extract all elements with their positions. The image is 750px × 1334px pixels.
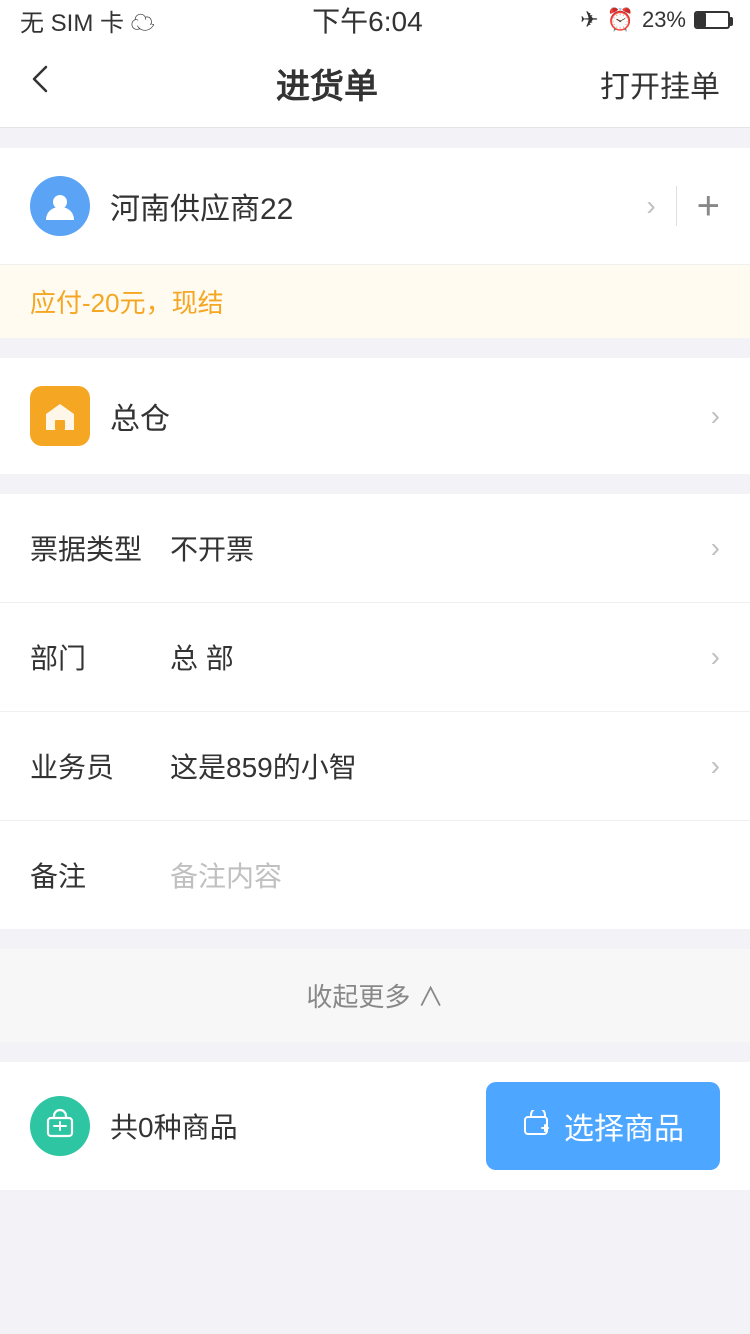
remark-input[interactable]: 备注内容 xyxy=(160,855,720,895)
section-gap-2 xyxy=(0,338,750,358)
goods-count: 共0种商品 xyxy=(110,1106,466,1146)
status-time: 下午6:04 xyxy=(312,0,423,40)
section-gap-1 xyxy=(0,128,750,148)
warehouse-row[interactable]: 总仓 › xyxy=(0,358,750,474)
page: 无 SIM 卡 ☁ 下午6:04 ✈ ⏰ 23% 进货单 打开挂单 xyxy=(0,0,750,1334)
open-pending-button[interactable]: 打开挂单 xyxy=(600,62,720,106)
department-label: 部门 xyxy=(30,637,160,677)
supplier-arrow-icon: › xyxy=(646,190,655,222)
bottom-toolbar: 共0种商品 选择商品 xyxy=(0,1062,750,1190)
select-goods-button[interactable]: 选择商品 xyxy=(486,1082,720,1170)
status-bar: 无 SIM 卡 ☁ 下午6:04 ✈ ⏰ 23% xyxy=(0,0,750,40)
invoice-type-value: 不开票 xyxy=(160,528,711,568)
invoice-type-arrow-icon: › xyxy=(711,532,720,564)
clock-icon: ⏰ xyxy=(607,7,634,33)
status-left: 无 SIM 卡 ☁ xyxy=(20,3,155,38)
form-section: 票据类型 不开票 › 部门 总 部 › 业务员 这是859的小智 › 备注 备注… xyxy=(0,494,750,929)
status-right: ✈ ⏰ 23% xyxy=(580,7,730,33)
battery-bar xyxy=(694,11,730,29)
department-value: 总 部 xyxy=(160,637,711,677)
remark-row[interactable]: 备注 备注内容 xyxy=(0,821,750,929)
notice-bar: 应付-20元，现结 xyxy=(0,265,750,338)
goods-icon-wrap xyxy=(30,1096,90,1156)
collapse-label: 收起更多 ∧ xyxy=(306,977,443,1014)
battery-icon: ✈ xyxy=(580,7,598,33)
salesman-value: 这是859的小智 xyxy=(160,746,711,786)
warehouse-arrow-icon: › xyxy=(711,400,720,432)
supplier-add-button[interactable]: + xyxy=(697,184,720,229)
page-title: 进货单 xyxy=(276,59,378,108)
supplier-divider xyxy=(676,186,677,226)
warehouse-name: 总仓 xyxy=(110,394,711,438)
notice-text: 应付-20元，现结 xyxy=(30,288,224,318)
back-button[interactable] xyxy=(30,59,54,108)
department-row[interactable]: 部门 总 部 › xyxy=(0,603,750,712)
salesman-arrow-icon: › xyxy=(711,750,720,782)
supplier-row[interactable]: 河南供应商22 › + xyxy=(0,148,750,265)
supplier-section: 河南供应商22 › + 应付-20元，现结 xyxy=(0,148,750,338)
supplier-name: 河南供应商22 xyxy=(110,184,646,228)
warehouse-icon xyxy=(30,386,90,446)
supplier-avatar xyxy=(30,176,90,236)
signal-text: 无 SIM 卡 ☁ xyxy=(20,3,155,38)
warehouse-section: 总仓 › xyxy=(0,358,750,474)
battery-text: 23% xyxy=(642,7,686,33)
nav-bar: 进货单 打开挂单 xyxy=(0,40,750,128)
invoice-type-label: 票据类型 xyxy=(30,528,160,568)
remark-label: 备注 xyxy=(30,855,160,895)
salesman-row[interactable]: 业务员 这是859的小智 › xyxy=(0,712,750,821)
salesman-label: 业务员 xyxy=(30,746,160,786)
collapse-row[interactable]: 收起更多 ∧ xyxy=(0,949,750,1042)
department-arrow-icon: › xyxy=(711,641,720,673)
invoice-type-row[interactable]: 票据类型 不开票 › xyxy=(0,494,750,603)
select-goods-label: 选择商品 xyxy=(564,1104,684,1148)
